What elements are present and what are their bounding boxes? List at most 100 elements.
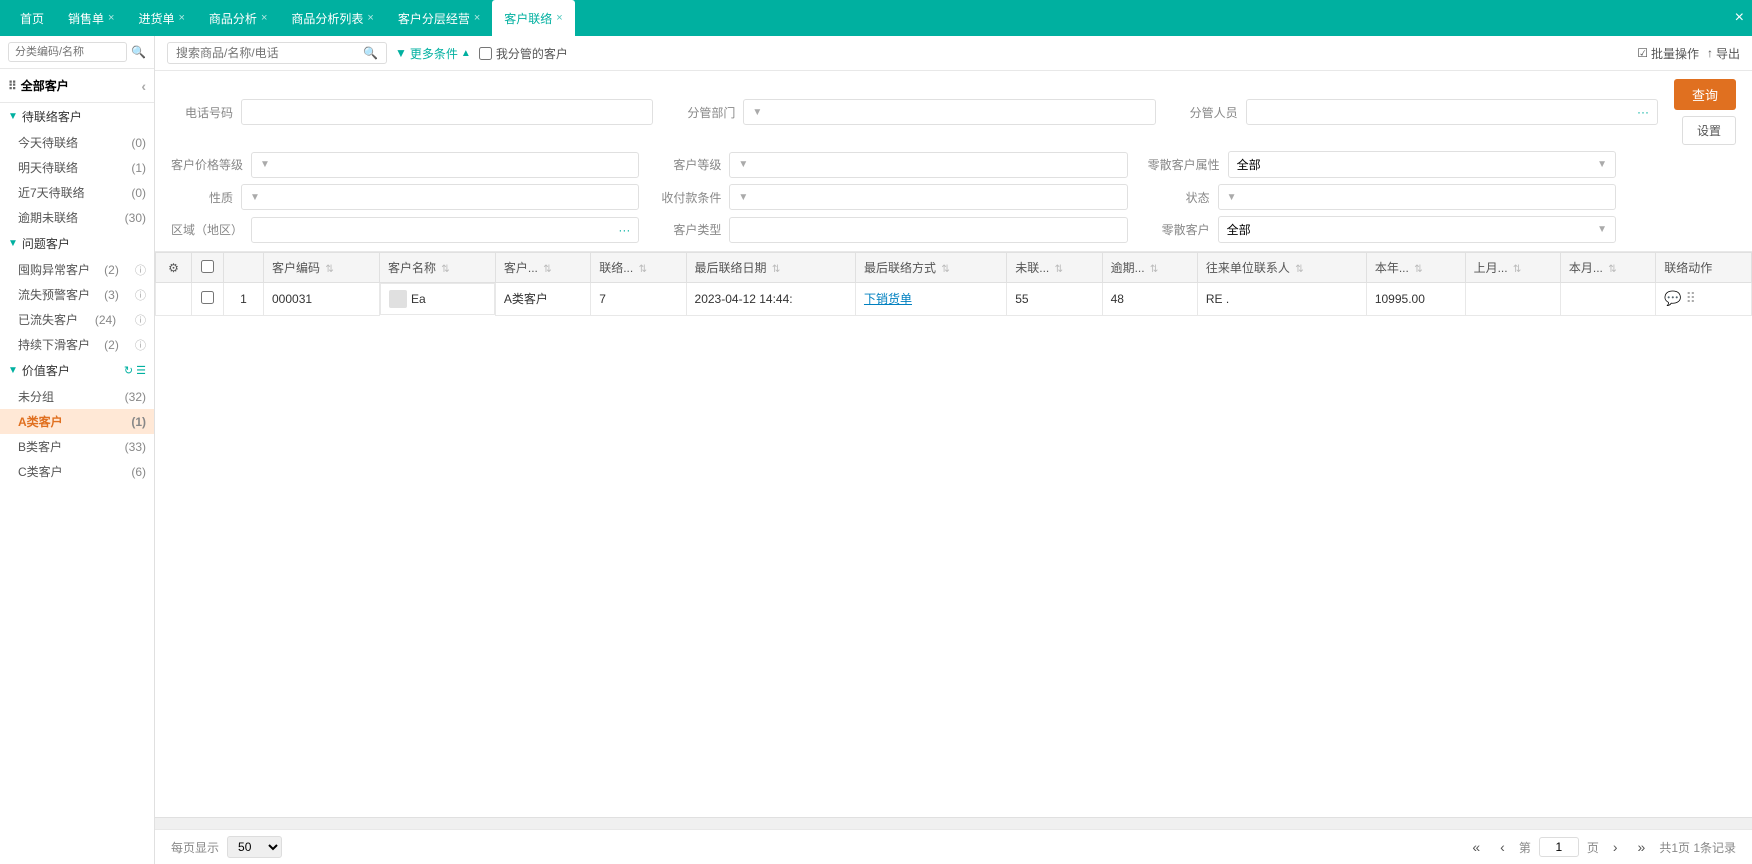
nav-home[interactable]: 首页 bbox=[8, 0, 56, 36]
declining-info-icon: ⓘ bbox=[135, 337, 146, 353]
main-search-icon[interactable]: 🔍 bbox=[363, 46, 378, 60]
col-header-this-month[interactable]: 本月... ⇅ bbox=[1560, 253, 1655, 283]
code-sort-icon: ⇅ bbox=[325, 264, 333, 275]
nav-close-customer-contact[interactable]: × bbox=[556, 12, 562, 24]
message-icon[interactable]: 💬 bbox=[1664, 290, 1681, 307]
overdue-sort-icon: ⇅ bbox=[1150, 264, 1158, 275]
nav-product-analysis-list[interactable]: 商品分析列表 × bbox=[279, 0, 385, 36]
status-dropdown[interactable]: ▼ bbox=[1218, 184, 1616, 210]
sidebar-section-pending[interactable]: ▼ 待联络客户 bbox=[0, 103, 154, 130]
query-btn-group: 查询 设置 bbox=[1674, 79, 1736, 145]
nav-close-all[interactable]: × bbox=[1735, 9, 1744, 27]
hoarding-abnormal-count: (2) bbox=[104, 263, 119, 277]
retail-customer-value: 全部 bbox=[1227, 221, 1251, 238]
qrcode-icon[interactable]: ⠿ bbox=[1686, 290, 1696, 307]
price-grade-chevron-icon: ▼ bbox=[260, 159, 270, 170]
batch-action-button[interactable]: ☑ 批量操作 bbox=[1637, 45, 1699, 62]
col-header-check[interactable] bbox=[192, 253, 224, 283]
sidebar-item-class-c[interactable]: C类客户 (6) bbox=[0, 459, 154, 484]
row-checkbox[interactable] bbox=[201, 291, 214, 304]
name-sort-icon: ⇅ bbox=[441, 264, 449, 275]
nav-close-sales-order[interactable]: × bbox=[108, 12, 114, 24]
last-contact-method-link[interactable]: 下销货单 bbox=[864, 292, 912, 306]
sidebar-item-overdue-contact[interactable]: 逾期未联络 (30) bbox=[0, 205, 154, 230]
sidebar-all-customers-header: ⠿ 全部客户 ‹ bbox=[0, 69, 154, 103]
sidebar-section-problem[interactable]: ▼ 问题客户 bbox=[0, 230, 154, 257]
col-header-contacts-person[interactable]: 往来单位联系人 ⇅ bbox=[1197, 253, 1366, 283]
sidebar-search-icon[interactable]: 🔍 bbox=[131, 45, 146, 59]
setting-button[interactable]: 设置 bbox=[1682, 116, 1736, 145]
sidebar-collapse-icon[interactable]: ‹ bbox=[141, 78, 146, 94]
sidebar-item-lost[interactable]: 已流失客户 (24) ⓘ bbox=[0, 307, 154, 332]
nav-close-product-analysis-list[interactable]: × bbox=[367, 12, 373, 24]
sidebar-item-hoarding-abnormal[interactable]: 囤购异常客户 (2) ⓘ bbox=[0, 257, 154, 282]
nav-purchase-order[interactable]: 进货单 × bbox=[126, 0, 196, 36]
phone-input[interactable] bbox=[241, 99, 653, 125]
col-header-last-month[interactable]: 上月... ⇅ bbox=[1465, 253, 1560, 283]
tomorrow-pending-count: (1) bbox=[131, 161, 146, 175]
row-last-contact-method[interactable]: 下销货单 bbox=[855, 283, 1006, 316]
sidebar-item-class-b[interactable]: B类客户 (33) bbox=[0, 434, 154, 459]
per-page-select[interactable]: 50 100 200 bbox=[227, 836, 282, 858]
query-button[interactable]: 查询 bbox=[1674, 79, 1736, 110]
prev-page-button[interactable]: ‹ bbox=[1494, 837, 1511, 857]
customer-type-input[interactable] bbox=[729, 217, 1127, 243]
payment-dropdown[interactable]: ▼ bbox=[729, 184, 1127, 210]
sidebar-item-ungrouped[interactable]: 未分组 (32) bbox=[0, 384, 154, 409]
page-input[interactable] bbox=[1539, 837, 1579, 857]
select-all-checkbox[interactable] bbox=[201, 260, 214, 273]
nav-close-customer-segment[interactable]: × bbox=[474, 12, 480, 24]
sidebar-item-loss-warning[interactable]: 流失预警客户 (3) ⓘ bbox=[0, 282, 154, 307]
first-page-button[interactable]: « bbox=[1466, 837, 1486, 857]
filter-nature: 性质 ▼ bbox=[171, 184, 639, 210]
nav-customer-segment[interactable]: 客户分层经营 × bbox=[386, 0, 492, 36]
customer-grade-dropdown[interactable]: ▼ bbox=[729, 152, 1127, 178]
filter-region: 区域（地区） ··· bbox=[171, 217, 639, 243]
dept-dropdown[interactable]: ▼ bbox=[743, 99, 1155, 125]
region-input[interactable]: ··· bbox=[251, 217, 639, 243]
col-header-last-contact-method[interactable]: 最后联络方式 ⇅ bbox=[855, 253, 1006, 283]
nav-customer-contact[interactable]: 客户联络 × bbox=[492, 0, 574, 36]
col-header-overdue[interactable]: 逾期... ⇅ bbox=[1102, 253, 1197, 283]
col-header-contact[interactable]: 联络... ⇅ bbox=[591, 253, 686, 283]
sidebar-item-class-a[interactable]: A类客户 (1) bbox=[0, 409, 154, 434]
nav-sales-order[interactable]: 销售单 × bbox=[56, 0, 126, 36]
more-filter-button[interactable]: ▼ 更多条件 ▲ bbox=[395, 45, 471, 62]
my-customers-checkbox[interactable] bbox=[479, 47, 492, 60]
my-customers-checkbox-label[interactable]: 我分管的客户 bbox=[479, 45, 568, 62]
sidebar-search-input[interactable] bbox=[8, 42, 127, 62]
retail-attr-dropdown[interactable]: 全部 ▼ bbox=[1228, 151, 1616, 178]
gear-icon[interactable]: ⚙ bbox=[168, 261, 179, 275]
export-button[interactable]: ↑ 导出 bbox=[1707, 45, 1740, 62]
last-page-button[interactable]: » bbox=[1632, 837, 1652, 857]
loss-warning-info-icon: ⓘ bbox=[135, 287, 146, 303]
sidebar-item-7days-pending[interactable]: 近7天待联络 (0) bbox=[0, 180, 154, 205]
nature-dropdown[interactable]: ▼ bbox=[241, 184, 639, 210]
col-header-gear[interactable]: ⚙ bbox=[156, 253, 192, 283]
retail-customer-dropdown[interactable]: 全部 ▼ bbox=[1218, 216, 1616, 243]
nav-close-product-analysis[interactable]: × bbox=[261, 12, 267, 24]
next-page-button[interactable]: › bbox=[1607, 837, 1624, 857]
col-header-type[interactable]: 客户... ⇅ bbox=[495, 253, 590, 283]
row-code: 000031 bbox=[264, 283, 380, 316]
export-label: 导出 bbox=[1716, 45, 1740, 62]
horizontal-scrollbar[interactable] bbox=[155, 817, 1752, 829]
col-header-no-contact[interactable]: 未联... ⇅ bbox=[1007, 253, 1102, 283]
nav-close-purchase-order[interactable]: × bbox=[178, 12, 184, 24]
col-header-name[interactable]: 客户名称 ⇅ bbox=[379, 253, 495, 283]
contacts-person-label: 往来单位联系人 bbox=[1206, 261, 1290, 275]
main-search-input[interactable] bbox=[176, 46, 359, 60]
nav-product-analysis[interactable]: 商品分析 × bbox=[197, 0, 279, 36]
edit-icon[interactable]: ☰ bbox=[136, 364, 146, 377]
filter-payment: 收付款条件 ▼ bbox=[659, 184, 1127, 210]
refresh-icon[interactable]: ↻ bbox=[124, 364, 133, 377]
person-input[interactable]: ··· bbox=[1246, 99, 1658, 125]
col-header-last-contact-date[interactable]: 最后联络日期 ⇅ bbox=[686, 253, 855, 283]
sidebar-item-declining[interactable]: 持续下滑客户 (2) ⓘ bbox=[0, 332, 154, 357]
sidebar-item-today-pending[interactable]: 今天待联络 (0) bbox=[0, 130, 154, 155]
col-header-this-year[interactable]: 本年... ⇅ bbox=[1366, 253, 1465, 283]
row-check-cell[interactable] bbox=[192, 283, 224, 316]
sidebar-item-tomorrow-pending[interactable]: 明天待联络 (1) bbox=[0, 155, 154, 180]
price-grade-dropdown[interactable]: ▼ bbox=[251, 152, 639, 178]
col-header-code[interactable]: 客户编码 ⇅ bbox=[264, 253, 380, 283]
